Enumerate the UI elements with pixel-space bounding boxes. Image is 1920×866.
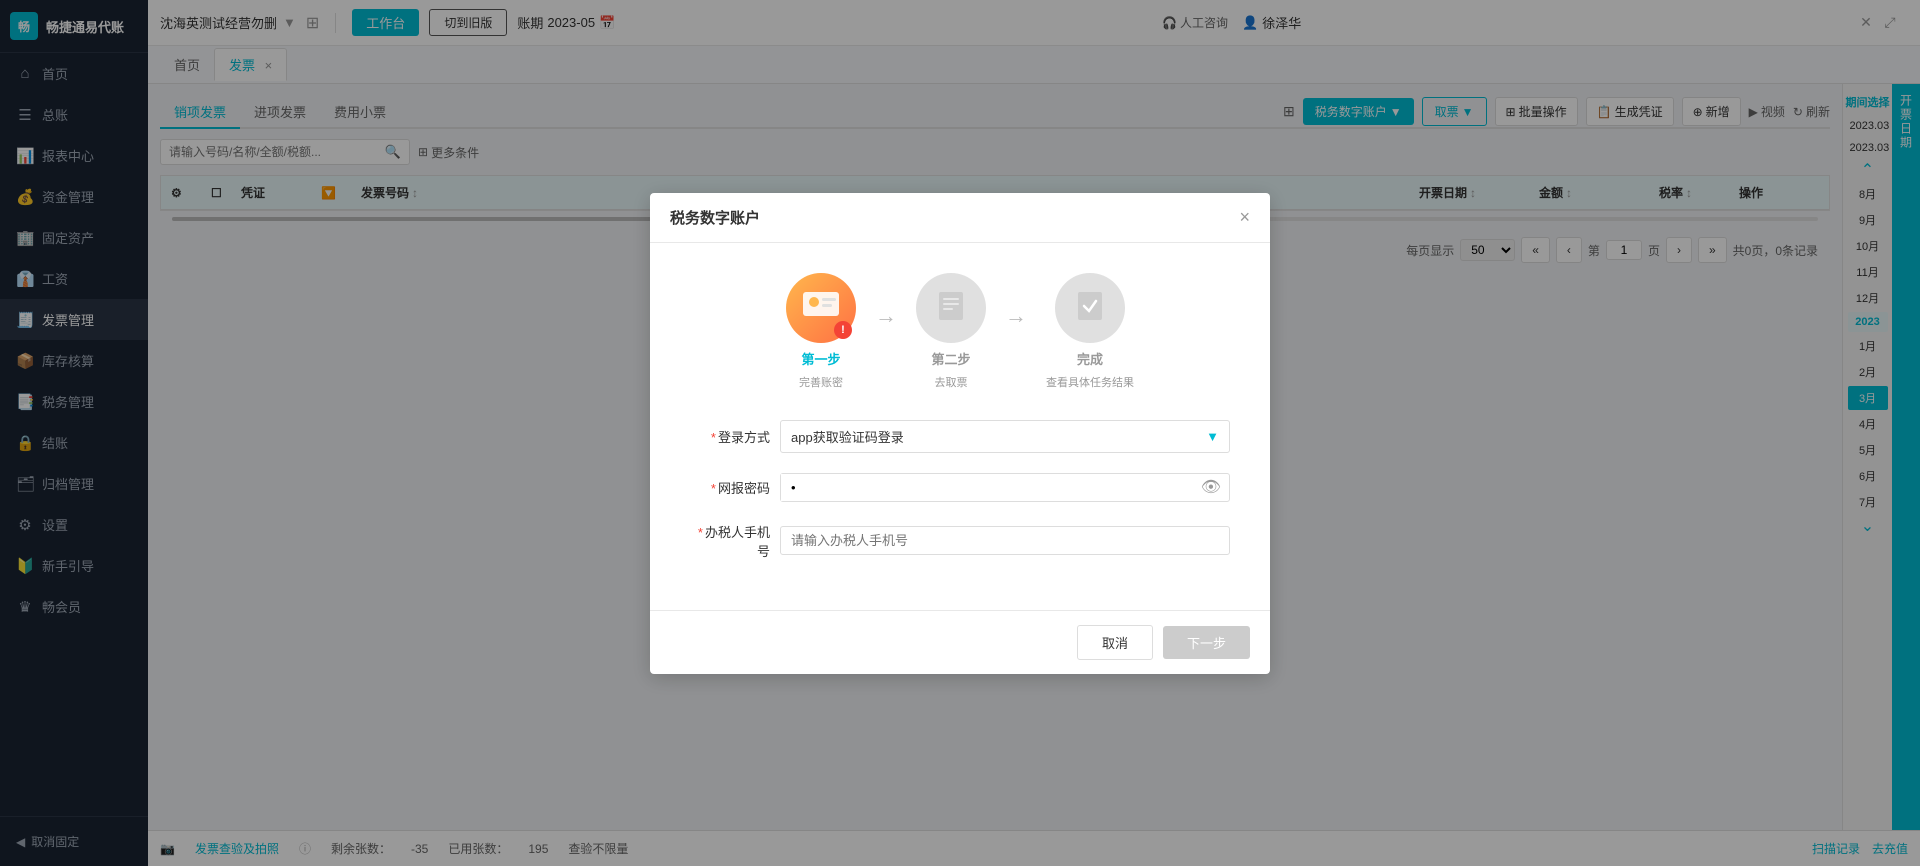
step-3-icon-wrap [1055,273,1125,343]
tax-account-modal: 税务数字账户 × [650,193,1270,674]
eye-icon[interactable]: 👁 [1193,477,1229,497]
login-method-row: 登录方式 app获取验证码登录 ▼ [690,420,1230,453]
step-2-sublabel: 去取票 [935,374,968,390]
modal-title: 税务数字账户 [670,207,760,228]
step-2-icon [931,290,971,325]
step-1-icon [801,288,841,327]
step-2-icon-wrap [916,273,986,343]
step-3-icon [1070,290,1110,325]
step-2-label: 第二步 [931,349,970,368]
step-3-sublabel: 查看具体任务结果 [1046,374,1134,390]
login-method-label: 登录方式 [690,427,770,446]
step-1-label: 第一步 [801,349,840,368]
step-arrow-2: → [986,303,1046,329]
modal-footer: 取消 下一步 [650,610,1270,674]
password-row: 网报密码 👁 [690,473,1230,502]
step-3-label: 完成 [1077,349,1103,368]
phone-input[interactable] [780,526,1230,555]
login-method-select[interactable]: app获取验证码登录 ▼ [780,420,1230,453]
step-1-badge: ! [834,321,852,339]
select-dropdown-icon: ▼ [1206,429,1219,444]
step-2: 第二步 去取票 [916,273,986,390]
password-input[interactable] [781,474,1193,501]
cancel-button[interactable]: 取消 [1077,625,1153,660]
steps: ! 第一步 完善账密 → [690,273,1230,390]
modal-header: 税务数字账户 × [650,193,1270,243]
step-arrow-1: → [856,303,916,329]
step-1-sublabel: 完善账密 [799,374,843,390]
login-method-value: app获取验证码登录 [791,427,904,446]
phone-row: 办税人手机号 [690,522,1230,560]
step-1: ! 第一步 完善账密 [786,273,856,390]
modal-body: ! 第一步 完善账密 → [650,243,1270,610]
modal-close-button[interactable]: × [1239,207,1250,228]
password-input-wrap: 👁 [780,473,1230,502]
step-1-icon-wrap: ! [786,273,856,343]
modal-overlay: 税务数字账户 × [0,0,1920,866]
step-3: 完成 查看具体任务结果 [1046,273,1134,390]
phone-label: 办税人手机号 [690,522,770,560]
next-step-button: 下一步 [1163,626,1250,659]
password-label: 网报密码 [690,478,770,497]
